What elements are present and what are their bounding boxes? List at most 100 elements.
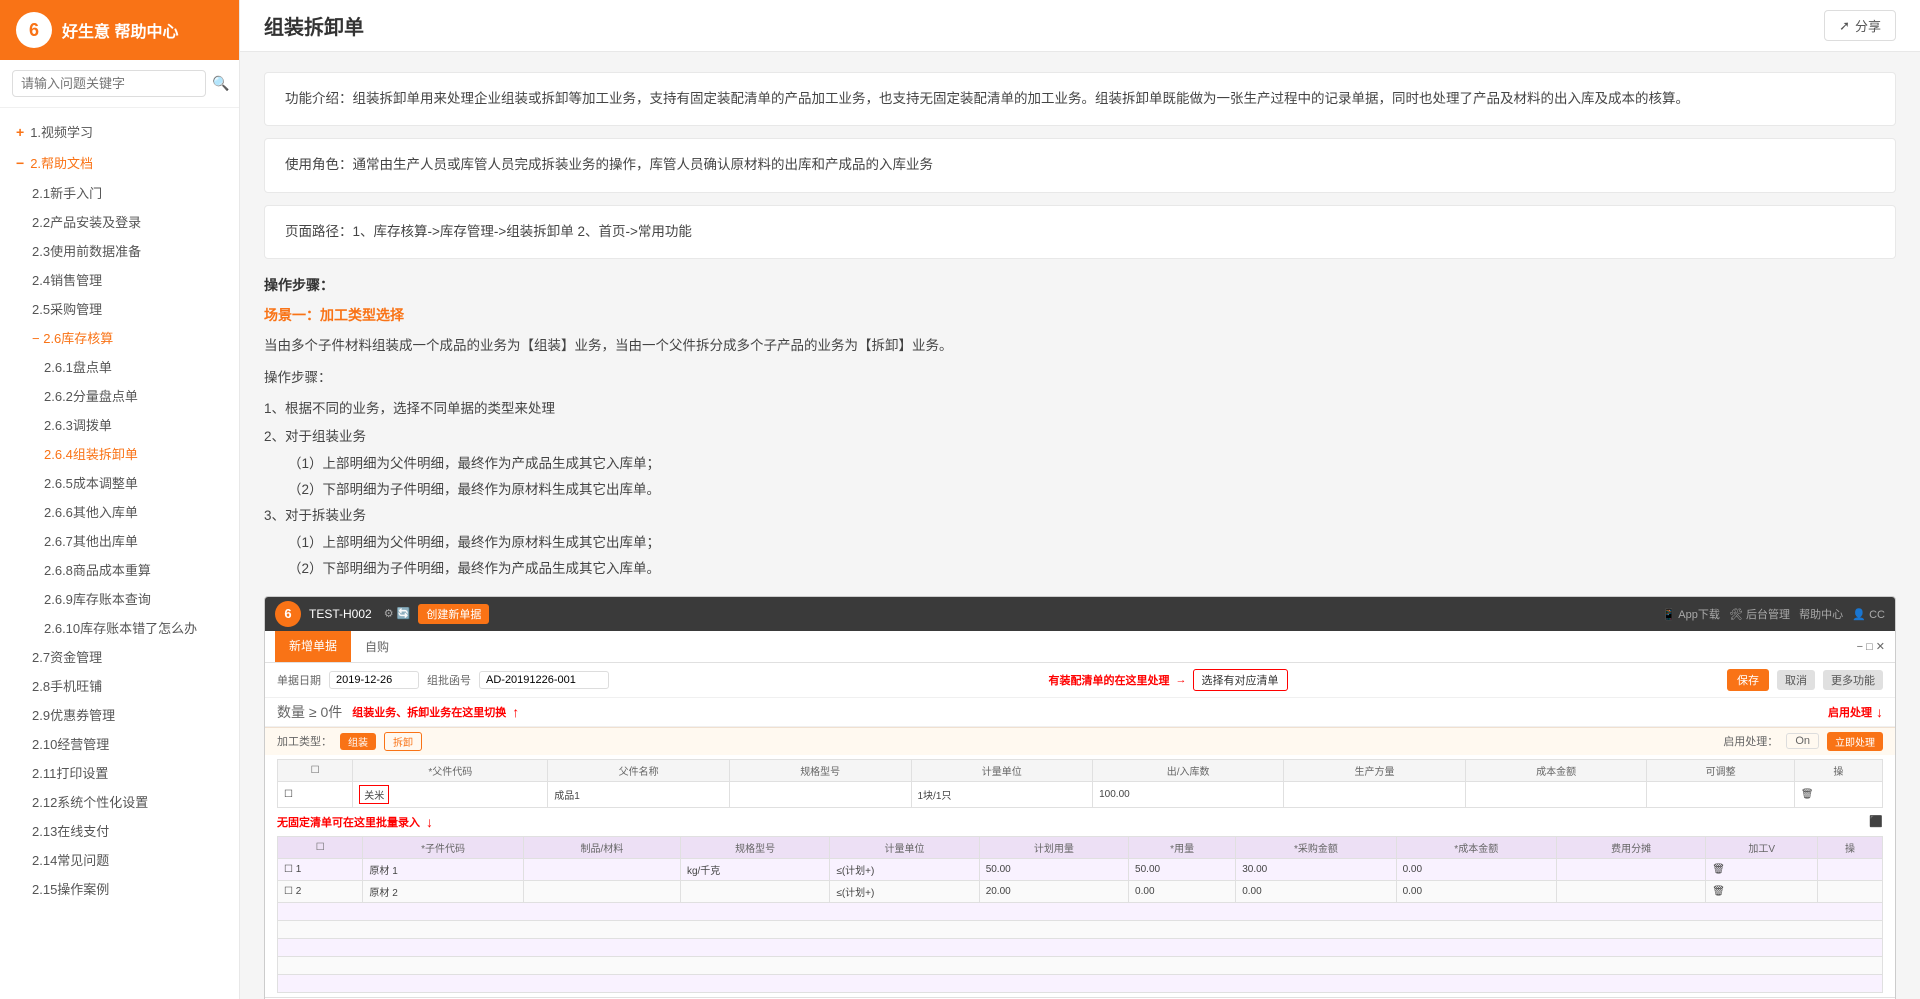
ss-process-annotation: 启用处理 xyxy=(1828,704,1872,720)
ss-type-disassemble[interactable]: 拆卸 xyxy=(384,732,422,751)
ss-qty-label: 数量 ≥ 0件 xyxy=(277,702,342,722)
search-input[interactable] xyxy=(12,70,206,97)
ss-process-toggle[interactable]: On xyxy=(1786,733,1819,749)
sidebar-item-267[interactable]: 2.6.7其他出库单 xyxy=(0,526,239,555)
sidebar-item-211[interactable]: 2.11打印设置 xyxy=(0,758,239,787)
ss-new-btn[interactable]: 创建新单据 xyxy=(418,604,489,624)
table-row: ☐ 关米 成品1 1块/1只 100.00 🗑 xyxy=(278,781,1883,807)
logo-icon: 6 xyxy=(16,12,52,48)
expand-icon: + xyxy=(16,124,24,140)
ss-tab-new[interactable]: 新增单据 xyxy=(275,631,351,662)
ss-upper-table: ☐ *父件代码 父件名称 规格型号 计量单位 出/入库数 生产方量 成本金额 可… xyxy=(277,759,1883,808)
ss-col-spec: 规格型号 xyxy=(729,759,911,781)
sidebar-item-265[interactable]: 2.6.5成本调整单 xyxy=(0,468,239,497)
table-row: ☐ 2 原材 2 ≤(计划+) 20.00 0.00 0.00 0.00 🗑 xyxy=(278,880,1883,902)
ss-logo: 6 xyxy=(275,601,301,627)
ss-type-row: 加工类型： 组装 拆卸 启用处理： On 立即处理 xyxy=(265,727,1895,755)
sidebar-item-268[interactable]: 2.6.8商品成本重算 xyxy=(0,555,239,584)
steps-title: 操作步骤： xyxy=(264,275,1896,295)
ss-annotation-bom: 有装配清单的在这里处理 xyxy=(1049,672,1170,688)
search-bar: 🔍 xyxy=(0,60,239,108)
table-row xyxy=(278,902,1883,920)
role-block: 使用角色：通常由生产人员或库管人员完成拆装业务的操作，库管人员确认原材料的出库和… xyxy=(264,138,1896,192)
sidebar-item-29[interactable]: 2.9优惠券管理 xyxy=(0,700,239,729)
step2: 2、对于组装业务 xyxy=(264,424,1896,450)
step3: 3、对于拆装业务 xyxy=(264,503,1896,529)
nav-tree: + 1.视频学习 − 2.帮助文档 2.1新手入门 2.2产品安装及登录 2.3… xyxy=(0,108,239,999)
sidebar-item-213[interactable]: 2.13在线支付 xyxy=(0,816,239,845)
ss-save-btn[interactable]: 保存 xyxy=(1727,669,1769,691)
sidebar-item-215[interactable]: 2.15操作案例 xyxy=(0,874,239,903)
ss-sub-annotation-text: 无固定清单可在这里批量录入 xyxy=(277,814,420,830)
ss-type-assemble[interactable]: 组装 xyxy=(340,733,376,750)
sidebar-item-video[interactable]: + 1.视频学习 xyxy=(0,116,239,147)
ss-process-confirm[interactable]: 立即处理 xyxy=(1827,732,1883,751)
search-icon[interactable]: 🔍 xyxy=(212,75,229,92)
share-icon: ➚ xyxy=(1839,18,1850,34)
ss-arrow2: ↑ xyxy=(512,704,519,720)
ss-order-input[interactable] xyxy=(479,671,609,689)
ss-col-check: ☐ xyxy=(278,759,353,781)
content-area: 功能介绍：组装拆卸单用来处理企业组装或拆卸等加工业务，支持有固定装配清单的产品加… xyxy=(240,52,1920,999)
ss-col-qty: 出/入库数 xyxy=(1093,759,1284,781)
sidebar-item-2610[interactable]: 2.6.10库存账本错了怎么办 xyxy=(0,613,239,642)
share-button[interactable]: ➚ 分享 xyxy=(1824,10,1896,41)
sidebar-item-261[interactable]: 2.6.1盘点单 xyxy=(0,352,239,381)
sidebar-item-25[interactable]: 2.5采购管理 xyxy=(0,294,239,323)
ss-col-parent-name: 父件名称 xyxy=(548,759,730,781)
sidebar-item-262[interactable]: 2.6.2分量盘点单 xyxy=(0,381,239,410)
sidebar-item-264[interactable]: 2.6.4组装拆卸单 xyxy=(0,439,239,468)
ss-arrow1: → xyxy=(1176,674,1187,686)
sidebar-item-269[interactable]: 2.6.9库存账本查询 xyxy=(0,584,239,613)
ss-sub-arrow: ↓ xyxy=(426,814,433,830)
ss-select-bom[interactable]: 选择有对应清单 xyxy=(1193,669,1288,691)
ss-parent-code-cell[interactable]: 关米 xyxy=(359,785,389,804)
sidebar: 6 好生意 帮助中心 🔍 + 1.视频学习 − 2.帮助文档 2.1新手入门 2… xyxy=(0,0,240,999)
ss-col-prod: 生产方量 xyxy=(1284,759,1466,781)
app-title: 好生意 帮助中心 xyxy=(62,18,178,42)
ss-col-amount: 成本金额 xyxy=(1465,759,1647,781)
step3-sub1: （1）上部明细为父件明细，最终作为原材料生成其它出库单； xyxy=(264,530,1896,556)
ss-more-btn[interactable]: 更多功能 xyxy=(1823,670,1883,690)
ss-arrow3: ↓ xyxy=(1876,704,1883,720)
scene1-desc: 当由多个子件材料组装成一个成品的业务为【组装】业务，当由一个父件拆分成多个子产品… xyxy=(264,333,1896,359)
ss-type-annotation: 组装业务、拆卸业务在这里切换 xyxy=(352,704,506,720)
main: 组装拆卸单 ➚ 分享 功能介绍：组装拆卸单用来处理企业组装或拆卸等加工业务，支持… xyxy=(240,0,1920,999)
ss-expand-icon[interactable]: ⬛ xyxy=(1869,815,1883,828)
sidebar-item-210[interactable]: 2.10经营管理 xyxy=(0,729,239,758)
ss-upper-table-container: ☐ *父件代码 父件名称 规格型号 计量单位 出/入库数 生产方量 成本金额 可… xyxy=(265,755,1895,812)
path-block: 页面路径：1、库存核算->库存管理->组装拆卸单 2、首页->常用功能 xyxy=(264,205,1896,259)
sidebar-item-266[interactable]: 2.6.6其他入库单 xyxy=(0,497,239,526)
sidebar-item-212[interactable]: 2.12系统个性化设置 xyxy=(0,787,239,816)
ss-date-input[interactable] xyxy=(329,671,419,689)
ss-lower-table: ☐ *子件代码 制品/材料 规格型号 计量单位 计划用量 *用量 *采购金额 *… xyxy=(277,836,1883,993)
ss-col-cost: 可调整 xyxy=(1647,759,1794,781)
ss-sub-annotation: 无固定清单可在这里批量录入 ↓ ⬛ xyxy=(265,812,1895,832)
sidebar-item-23[interactable]: 2.3使用前数据准备 xyxy=(0,236,239,265)
ss-icons: ⚙ 🔄 xyxy=(384,607,411,620)
sidebar-item-21[interactable]: 2.1新手入门 xyxy=(0,178,239,207)
sidebar-item-27[interactable]: 2.7资金管理 xyxy=(0,642,239,671)
step1: 1、根据不同的业务，选择不同单据的类型来处理 xyxy=(264,396,1896,422)
sidebar-item-docs[interactable]: − 2.帮助文档 xyxy=(0,147,239,178)
ss-right-icons: 📱 App下载 🛠 后台管理 帮助中心 👤 CC xyxy=(1662,606,1885,622)
sidebar-item-263[interactable]: 2.6.3调拨单 xyxy=(0,410,239,439)
steps-label: 操作步骤： xyxy=(264,365,1896,391)
sidebar-item-22[interactable]: 2.2产品安装及登录 xyxy=(0,207,239,236)
ss-cancel-btn[interactable]: 取消 xyxy=(1777,670,1815,690)
ss-tab-self[interactable]: 自购 xyxy=(351,632,403,661)
sidebar-item-214[interactable]: 2.14常见问题 xyxy=(0,845,239,874)
sidebar-item-26[interactable]: − 2.6库存核算 xyxy=(0,323,239,352)
step2-sub1: （1）上部明细为父件明细，最终作为产成品生成其它入库单； xyxy=(264,451,1896,477)
table-row xyxy=(278,956,1883,974)
ss-col-unit: 计量单位 xyxy=(911,759,1093,781)
ss-address: TEST-H002 xyxy=(309,607,372,621)
ss-order-label: 组批函号 xyxy=(427,672,471,688)
sidebar-item-24[interactable]: 2.4销售管理 xyxy=(0,265,239,294)
ss-type-label: 加工类型： xyxy=(277,733,332,749)
table-row xyxy=(278,920,1883,938)
sidebar-item-28[interactable]: 2.8手机旺铺 xyxy=(0,671,239,700)
page-title: 组装拆卸单 xyxy=(264,11,364,40)
ss-window-controls: − □ ✕ xyxy=(1857,640,1885,653)
step2-sub2: （2）下部明细为子件明细，最终作为原材料生成其它出库单。 xyxy=(264,477,1896,503)
